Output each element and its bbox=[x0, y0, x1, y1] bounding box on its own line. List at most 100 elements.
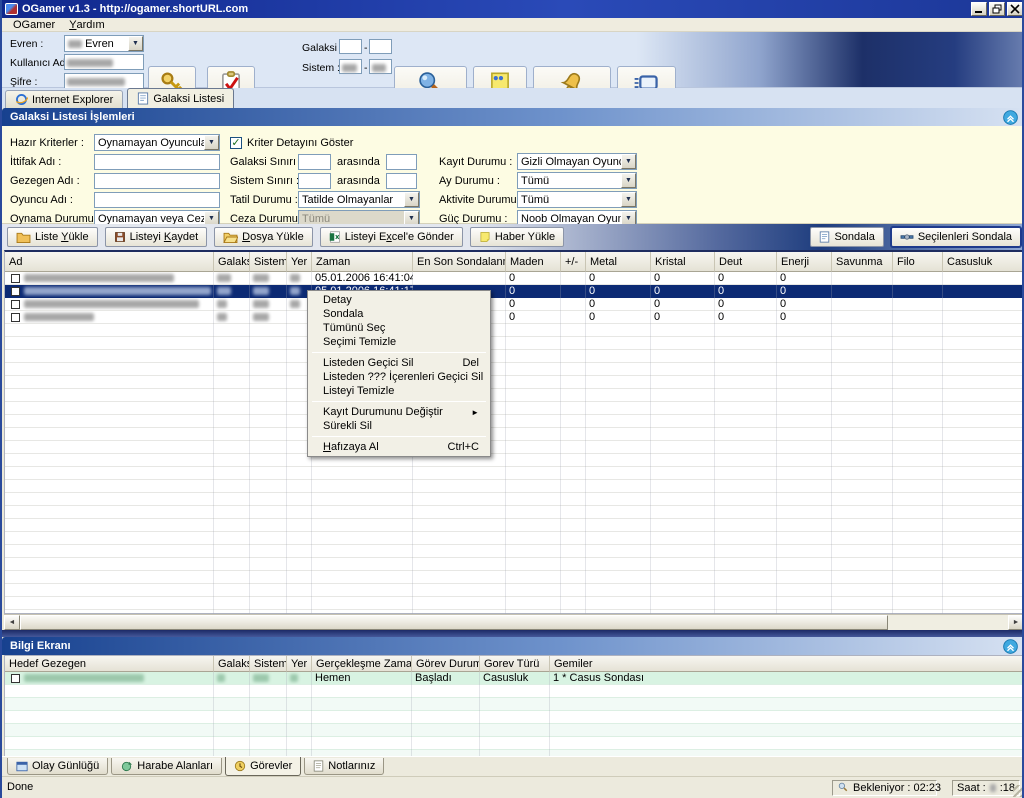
dosya-yukle-button[interactable]: Dosya Yükle bbox=[214, 227, 313, 247]
column-header-zaman[interactable]: Zaman bbox=[312, 252, 413, 272]
context-menu-item-12[interactable]: Hafızaya Al Ctrl+C bbox=[309, 440, 489, 454]
galaksi-siniri-from-input[interactable] bbox=[298, 153, 331, 170]
row-checkbox[interactable] bbox=[11, 312, 20, 322]
sistem-siniri-from-input[interactable] bbox=[298, 172, 331, 189]
menu-ogamer[interactable]: OGamer bbox=[6, 18, 62, 31]
context-menu-item-3[interactable]: Seçimi Temizle bbox=[309, 335, 489, 349]
sistem-siniri-to-input[interactable] bbox=[385, 172, 417, 189]
column-header-yer[interactable]: Yer bbox=[287, 252, 312, 272]
listeyi-kaydet-button[interactable]: Listeyi Kaydet bbox=[104, 227, 208, 247]
column-header-ger-ekle-me-zaman-[interactable]: Gerçekleşme Zamanı bbox=[312, 656, 412, 672]
sistem-to-input[interactable] bbox=[369, 59, 392, 74]
column-header-filo[interactable]: Filo bbox=[893, 252, 943, 272]
row-checkbox[interactable] bbox=[11, 673, 20, 683]
tab-harabe-alanlari[interactable]: Harabe Alanları bbox=[111, 758, 223, 775]
tab-gorevler[interactable]: Görevler bbox=[225, 757, 302, 776]
column-header-gorev-t-r-[interactable]: Gorev Türü bbox=[480, 656, 550, 672]
column-header-sistem[interactable]: Sistem bbox=[250, 656, 287, 672]
column-header-en-son-sondalanma-[interactable]: En Son Sondalanma... bbox=[413, 252, 506, 272]
evren-select[interactable]: Evren ▼ bbox=[64, 35, 144, 52]
tab-olay-gunlugu[interactable]: Olay Günlüğü bbox=[7, 758, 109, 775]
sifre-field[interactable] bbox=[64, 73, 144, 89]
chevron-down-icon[interactable]: ▼ bbox=[621, 154, 636, 169]
chevron-down-icon[interactable]: ▼ bbox=[128, 36, 143, 51]
column-header--[interactable]: +/- bbox=[561, 252, 586, 272]
column-header-gemiler[interactable]: Gemiler bbox=[550, 656, 1022, 672]
close-button[interactable] bbox=[1007, 2, 1022, 16]
tab-galaksi-listesi[interactable]: Galaksi Listesi bbox=[127, 88, 235, 108]
ittifak-adi-input[interactable] bbox=[94, 153, 220, 170]
cell-gorev-durumu: Başladı bbox=[415, 672, 452, 684]
chevron-down-icon[interactable]: ▼ bbox=[404, 192, 419, 207]
tab-notlariniz[interactable]: Notlarınız bbox=[304, 758, 385, 775]
context-menu-item-7[interactable]: Listeyi Temizle bbox=[309, 384, 489, 398]
row-checkbox[interactable] bbox=[11, 299, 20, 309]
scrollbar-thumb[interactable] bbox=[20, 615, 888, 630]
column-header-enerji[interactable]: Enerji bbox=[777, 252, 832, 272]
chevron-down-icon[interactable]: ▼ bbox=[621, 173, 636, 188]
context-menu-item-label: Listeyi Temizle bbox=[323, 385, 395, 397]
redacted-text bbox=[290, 287, 300, 295]
column-header-label: Filo bbox=[897, 255, 915, 268]
kriter-detayini-goster-checkbox[interactable]: ✓ bbox=[230, 136, 242, 149]
column-header-ad[interactable]: Ad bbox=[5, 252, 214, 272]
column-header-casusluk[interactable]: Casusluk bbox=[943, 252, 1022, 272]
table-row[interactable]: 0 0 0 0 0 bbox=[5, 311, 1022, 324]
mission-row[interactable]: Hemen Başladı Casusluk 1 * Casus Sondası bbox=[5, 672, 1022, 685]
row-checkbox[interactable] bbox=[11, 273, 20, 283]
menu-yardım[interactable]: Yardım bbox=[62, 18, 111, 31]
aktivite-durumu-label: Aktivite Durumu : bbox=[439, 193, 523, 206]
ay-durumu-select[interactable]: Tümü ▼ bbox=[517, 172, 637, 189]
haber-yukle-button[interactable]: Haber Yükle bbox=[469, 227, 565, 247]
resize-grip[interactable] bbox=[1013, 785, 1022, 797]
column-header-metal[interactable]: Metal bbox=[586, 252, 651, 272]
gezegen-adi-input[interactable] bbox=[94, 172, 220, 189]
sondala-button[interactable]: Sondala bbox=[810, 227, 884, 247]
context-menu-item-2[interactable]: Tümünü Seç bbox=[309, 321, 489, 335]
column-header-g-rev-durumu[interactable]: Görev Durumu bbox=[412, 656, 480, 672]
table-row[interactable]: 0 0 0 0 0 bbox=[5, 298, 1022, 311]
aktivite-durumu-select[interactable]: Tümü ▼ bbox=[517, 191, 637, 208]
context-menu-item-5[interactable]: Listeden Geçici Sil Del bbox=[309, 356, 489, 370]
column-header-hedef-gezegen[interactable]: Hedef Gezegen bbox=[5, 656, 214, 672]
restore-button[interactable] bbox=[989, 2, 1005, 16]
row-checkbox[interactable] bbox=[11, 286, 20, 296]
tab-internet-explorer[interactable]: Internet Explorer bbox=[5, 90, 124, 108]
minimize-button[interactable] bbox=[971, 2, 987, 16]
oyuncu-adi-input[interactable] bbox=[94, 191, 220, 208]
context-menu-item-9[interactable]: Kayıt Durumunu Değiştir ► bbox=[309, 405, 489, 419]
galaksi-to-input[interactable] bbox=[369, 39, 392, 54]
table-row[interactable]: 05.01.2006 16:41:1700000 bbox=[5, 285, 1022, 298]
listeyi-excele-gonder-button[interactable]: Listeyi Excel'e Gönder bbox=[319, 227, 463, 247]
chevron-down-icon[interactable]: ▼ bbox=[204, 135, 219, 150]
scroll-right-arrow-icon[interactable]: ► bbox=[1008, 615, 1022, 630]
context-menu-item-10[interactable]: Sürekli Sil bbox=[309, 419, 489, 433]
collapse-info-panel-button[interactable] bbox=[1003, 638, 1018, 654]
context-menu-item-0[interactable]: Detay bbox=[309, 293, 489, 307]
column-header-galaksi[interactable]: Galaksi bbox=[214, 252, 250, 272]
column-header-galaksi[interactable]: Galaksi bbox=[214, 656, 250, 672]
liste-yukle-button[interactable]: Liste Yükle bbox=[7, 227, 98, 247]
horizontal-scrollbar[interactable]: ◄ ► bbox=[4, 614, 1022, 630]
kayit-durumu-select[interactable]: Gizli Olmayan Oyuncular▼ bbox=[517, 153, 637, 170]
scroll-left-arrow-icon[interactable]: ◄ bbox=[4, 615, 20, 630]
column-header-maden[interactable]: Maden bbox=[506, 252, 561, 272]
chevron-down-icon[interactable]: ▼ bbox=[621, 192, 636, 207]
tatil-durumu-select[interactable]: Tatilde Olmayanlar ▼ bbox=[298, 191, 420, 208]
column-header-deut[interactable]: Deut bbox=[715, 252, 777, 272]
galaksi-siniri-to-input[interactable] bbox=[385, 153, 417, 170]
galaksi-from-input[interactable] bbox=[339, 39, 362, 54]
context-menu-item-label: Listeden Geçici Sil bbox=[323, 357, 414, 369]
column-header-sistem[interactable]: Sistem bbox=[250, 252, 287, 272]
hazir-kriterler-select[interactable]: Oynamayan Oyuncular ▼ bbox=[94, 134, 220, 151]
context-menu-item-1[interactable]: Sondala bbox=[309, 307, 489, 321]
kullanici-adi-field[interactable] bbox=[64, 54, 144, 70]
column-header-yer[interactable]: Yer bbox=[287, 656, 312, 672]
collapse-panel-button[interactable] bbox=[1003, 109, 1018, 125]
sistem-from-input[interactable] bbox=[339, 59, 362, 74]
column-header-kristal[interactable]: Kristal bbox=[651, 252, 715, 272]
secilenleri-sondala-button[interactable]: Seçilenleri Sondala bbox=[890, 227, 1021, 247]
context-menu-item-6[interactable]: Listeden ??? İçerenleri Geçici Sil bbox=[309, 370, 489, 384]
column-header-savunma[interactable]: Savunma bbox=[832, 252, 893, 272]
table-row[interactable]: 05.01.2006 16:41:04 0 0 0 0 0 bbox=[5, 272, 1022, 285]
